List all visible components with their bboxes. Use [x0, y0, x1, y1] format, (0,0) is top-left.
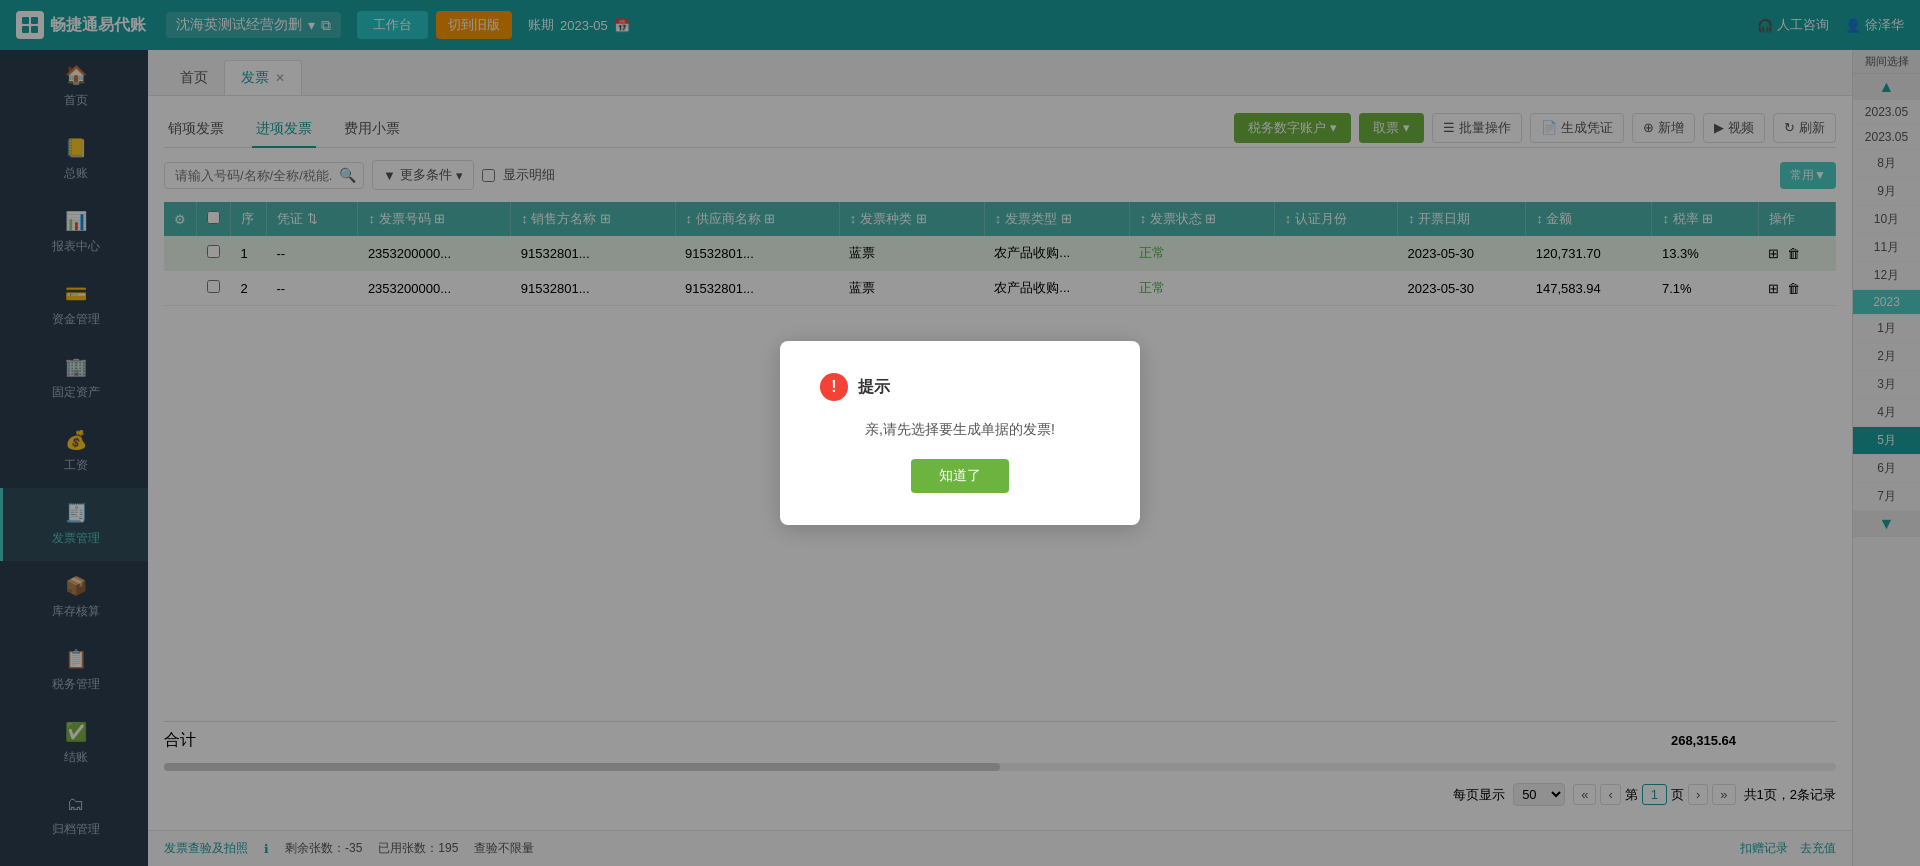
modal-message: 亲,请先选择要生成单据的发票!	[865, 421, 1055, 439]
modal-title: 提示	[858, 377, 890, 398]
modal-box: ! 提示 亲,请先选择要生成单据的发票! 知道了	[780, 341, 1140, 525]
modal-overlay: ! 提示 亲,请先选择要生成单据的发票! 知道了	[0, 0, 1920, 866]
modal-warning-icon: !	[820, 373, 848, 401]
modal-confirm-button[interactable]: 知道了	[911, 459, 1009, 493]
modal-header: ! 提示	[820, 373, 890, 401]
